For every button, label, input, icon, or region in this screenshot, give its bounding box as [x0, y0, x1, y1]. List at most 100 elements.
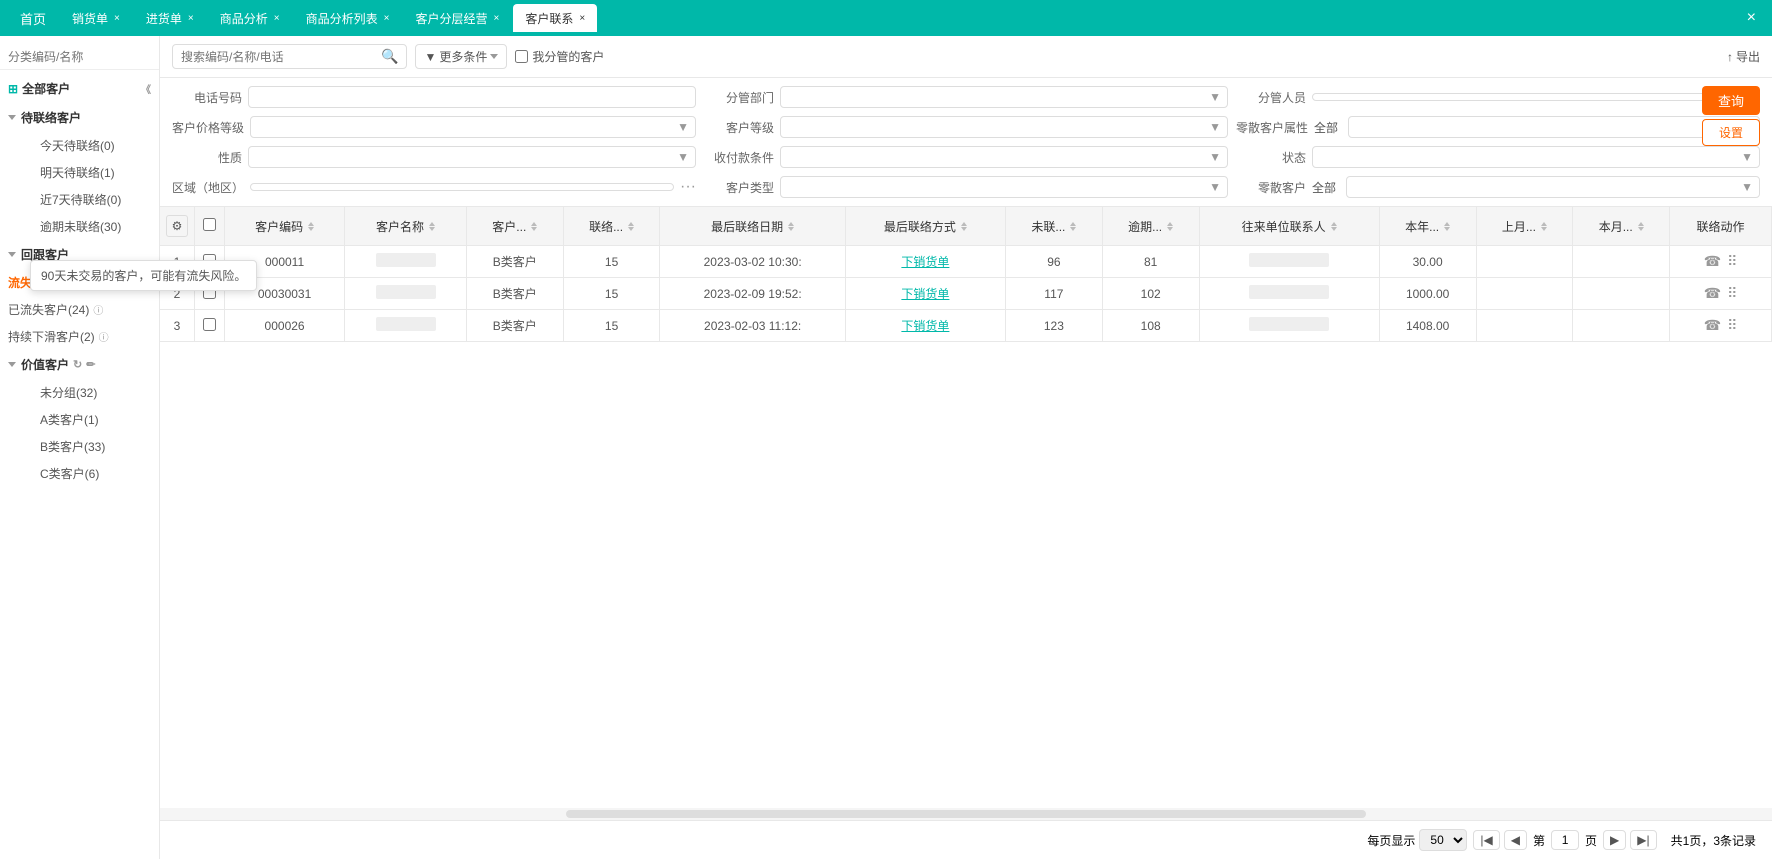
page-number-input[interactable]: [1551, 830, 1579, 850]
prev-page-btn[interactable]: ◀: [1504, 830, 1527, 850]
payment-select[interactable]: ▼: [780, 146, 1228, 168]
more-action-icon-1[interactable]: ⠿: [1727, 285, 1737, 302]
row-checkbox-2[interactable]: [203, 318, 216, 331]
dept-select-arrow: ▼: [1209, 90, 1221, 104]
retail-attr-select[interactable]: ▼: [1348, 116, 1760, 138]
sidebar-item-class-b[interactable]: B类客户(33): [20, 433, 159, 460]
th-un-contact[interactable]: 未联...: [1005, 207, 1102, 246]
last-method-link-1[interactable]: 下销货单: [901, 287, 949, 301]
tab-customer-contact[interactable]: 客户联系 ×: [513, 4, 597, 32]
price-grade-select[interactable]: ▼: [250, 116, 696, 138]
my-customer-checkbox[interactable]: [515, 50, 528, 63]
cell-last-method-0[interactable]: 下销货单: [845, 246, 1005, 278]
next-page-btn[interactable]: ▶: [1603, 830, 1626, 850]
sidebar-collapse-btn[interactable]: 《: [141, 81, 151, 96]
sidebar-item-ungrouped[interactable]: 未分组(32): [20, 379, 159, 406]
more-action-icon-0[interactable]: ⠿: [1727, 253, 1737, 270]
more-action-icon-2[interactable]: ⠿: [1727, 317, 1737, 334]
table-area: ⚙ 客户编码: [160, 207, 1772, 808]
sidebar-all-customers[interactable]: ⊞ 全部客户 《: [0, 74, 159, 103]
tab-home[interactable]: 首页: [8, 4, 58, 32]
search-input[interactable]: [181, 50, 381, 64]
sidebar: 🔍 ⊞ 全部客户 《 待联络客户 今天待联络(0) 明天待联络(1) 近7天待联…: [0, 36, 160, 859]
cell-last-date-0: 2023-03-02 10:30:: [660, 246, 845, 278]
main-layout: 🔍 ⊞ 全部客户 《 待联络客户 今天待联络(0) 明天待联络(1) 近7天待联…: [0, 36, 1772, 859]
th-this-month[interactable]: 本月...: [1573, 207, 1670, 246]
status-select[interactable]: ▼: [1312, 146, 1760, 168]
export-btn[interactable]: ↑ 导出: [1727, 48, 1760, 65]
contact-icon-1[interactable]: ☎: [1704, 285, 1721, 302]
th-type[interactable]: 客户...: [466, 207, 563, 246]
phone-input[interactable]: [248, 86, 696, 108]
cell-name-2: [345, 310, 467, 342]
filter-customer-grade: 客户等级 ▼: [704, 116, 1228, 138]
tab-close-purchase[interactable]: ×: [188, 13, 194, 24]
th-this-year[interactable]: 本年...: [1379, 207, 1476, 246]
customer-type-select[interactable]: ▼: [780, 176, 1228, 198]
tab-close-sales[interactable]: ×: [114, 13, 120, 24]
table-row: 3 000026 B类客户 15 2023-02-03 11:12: 下销货单 …: [160, 310, 1772, 342]
region-select[interactable]: [250, 183, 674, 191]
th-last-contact-method[interactable]: 最后联络方式: [845, 207, 1005, 246]
th-checkbox[interactable]: [195, 207, 225, 246]
tab-close-customer-tier[interactable]: ×: [493, 13, 499, 24]
tab-purchase[interactable]: 进货单 ×: [134, 4, 206, 32]
settings-icon[interactable]: ⚙: [166, 215, 188, 237]
th-code[interactable]: 客户编码: [225, 207, 345, 246]
cell-last-method-2[interactable]: 下销货单: [845, 310, 1005, 342]
sidebar-item-tomorrow[interactable]: 明天待联络(1): [20, 159, 159, 186]
tab-goods-analysis-list[interactable]: 商品分析列表 ×: [294, 4, 402, 32]
sidebar-section-value[interactable]: 价值客户 ↻ ✏: [0, 350, 159, 379]
th-last-month[interactable]: 上月...: [1476, 207, 1573, 246]
my-customer-checkbox-area[interactable]: 我分管的客户: [515, 48, 604, 65]
contact-icon-0[interactable]: ☎: [1704, 253, 1721, 270]
last-page-btn[interactable]: ▶|: [1630, 830, 1656, 850]
th-company-contact[interactable]: 往来单位联系人: [1199, 207, 1379, 246]
select-all-checkbox[interactable]: [203, 218, 216, 231]
tab-sales[interactable]: 销货单 ×: [60, 4, 132, 32]
last-method-link-0[interactable]: 下销货单: [901, 255, 949, 269]
th-overdue[interactable]: 逾期...: [1102, 207, 1199, 246]
sidebar-item-class-c[interactable]: C类客户(6): [20, 460, 159, 487]
tab-close-customer-contact[interactable]: ×: [579, 13, 585, 24]
contact-icon-2[interactable]: ☎: [1704, 317, 1721, 334]
th-name[interactable]: 客户名称: [345, 207, 467, 246]
refresh-icon[interactable]: ↻: [73, 358, 82, 371]
last-method-link-2[interactable]: 下销货单: [901, 319, 949, 333]
search-execute-icon[interactable]: 🔍: [381, 48, 398, 65]
sidebar-section-pending[interactable]: 待联络客户: [0, 103, 159, 132]
tab-close-goods-analysis-list[interactable]: ×: [384, 13, 390, 24]
close-app-button[interactable]: ×: [1739, 5, 1764, 31]
sidebar-search-input[interactable]: [8, 50, 160, 64]
cell-last-date-1: 2023-02-09 19:52:: [660, 278, 845, 310]
edit-icon[interactable]: ✏: [86, 358, 95, 371]
th-contact[interactable]: 联络...: [563, 207, 660, 246]
search-bar: 🔍 ▼ 更多条件 我分管的客户 ↑ 导出: [160, 36, 1772, 78]
per-page-select[interactable]: 50: [1419, 829, 1467, 851]
tab-close-goods-analysis[interactable]: ×: [274, 13, 280, 24]
cell-this-year-1: 1000.00: [1379, 278, 1476, 310]
sidebar-item-churned[interactable]: 已流失客户(24) ⓘ: [0, 296, 159, 323]
cell-last-method-1[interactable]: 下销货单: [845, 278, 1005, 310]
th-last-contact-date[interactable]: 最后联络日期: [660, 207, 845, 246]
tab-goods-analysis[interactable]: 商品分析 ×: [208, 4, 292, 32]
query-button[interactable]: 查询: [1702, 86, 1760, 115]
sidebar-item-class-a[interactable]: A类客户(1): [20, 406, 159, 433]
customer-grade-select[interactable]: ▼: [780, 116, 1228, 138]
cell-checkbox-2[interactable]: [195, 310, 225, 342]
more-conditions-btn[interactable]: ▼ 更多条件: [415, 44, 507, 69]
setting-button[interactable]: 设置: [1702, 119, 1760, 146]
region-more-btn[interactable]: ···: [680, 178, 696, 196]
th-settings[interactable]: ⚙: [160, 207, 195, 246]
dept-select[interactable]: ▼: [780, 86, 1228, 108]
tab-customer-tier[interactable]: 客户分层经营 ×: [403, 4, 511, 32]
sidebar-item-7days[interactable]: 近7天待联络(0): [20, 186, 159, 213]
sidebar-item-today[interactable]: 今天待联络(0): [20, 132, 159, 159]
sidebar-item-declining[interactable]: 持续下滑客户(2) ⓘ: [0, 323, 159, 350]
manager-select[interactable]: [1312, 93, 1738, 101]
sidebar-item-overdue[interactable]: 逾期未联络(30): [20, 213, 159, 240]
retail-customer-select[interactable]: ▼: [1346, 176, 1760, 198]
nature-select[interactable]: ▼: [248, 146, 696, 168]
first-page-btn[interactable]: |◀: [1473, 830, 1499, 850]
type-sort: [531, 222, 537, 231]
